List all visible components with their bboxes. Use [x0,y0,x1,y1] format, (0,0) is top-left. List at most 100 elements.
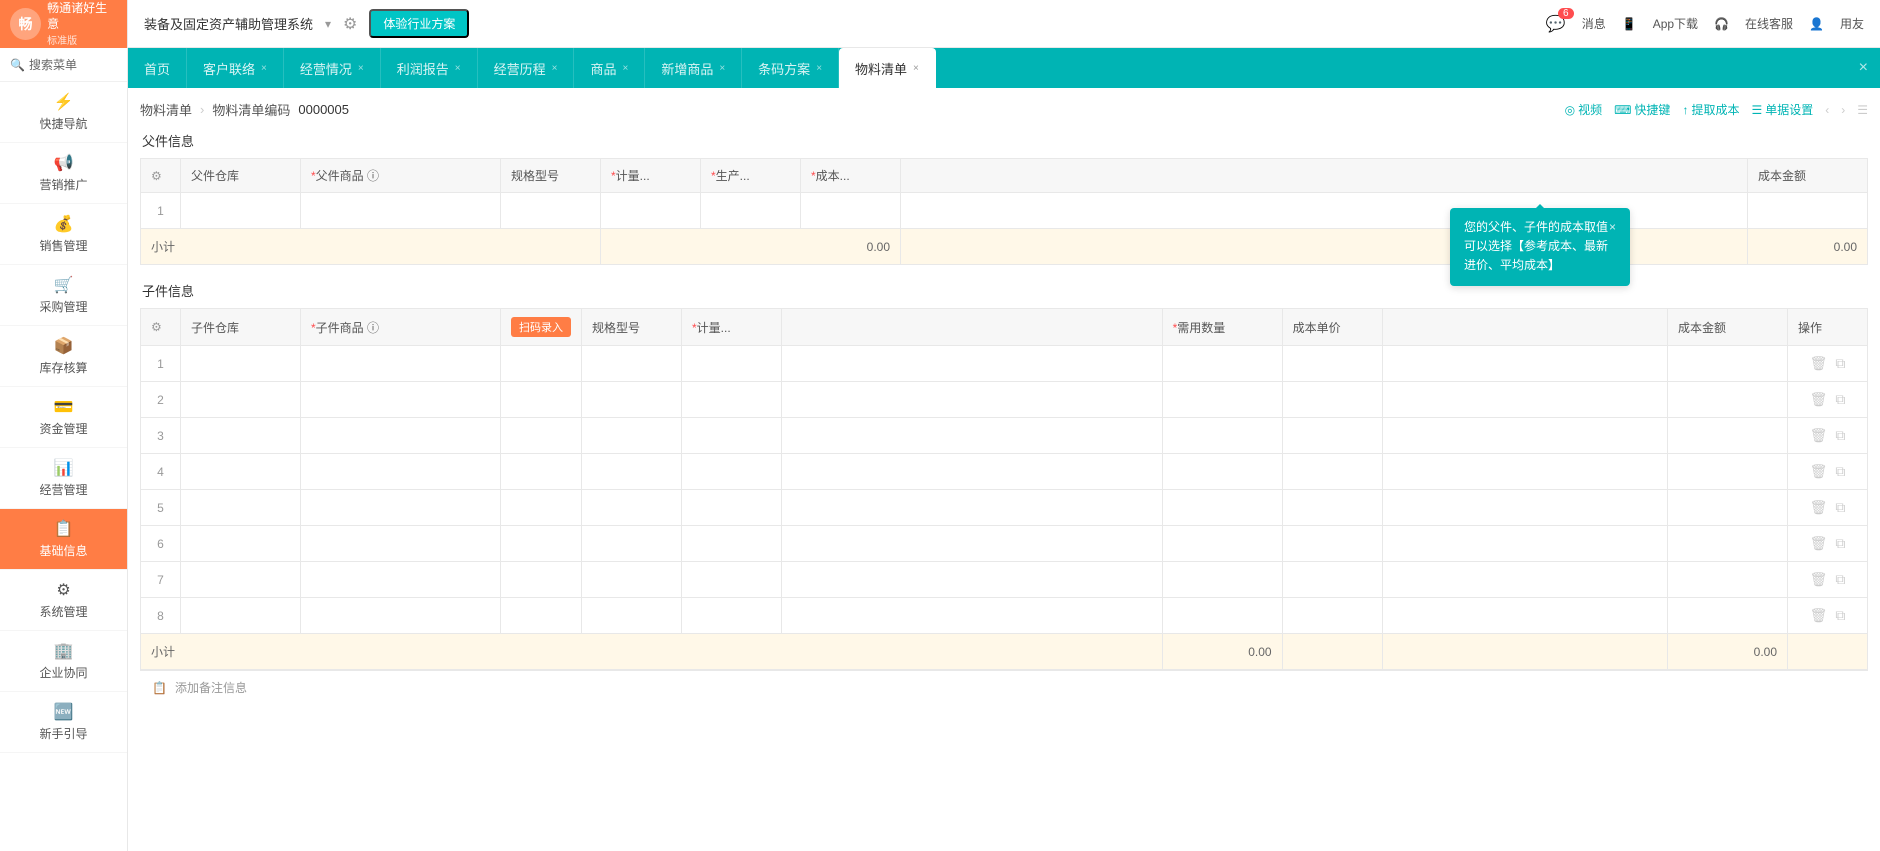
shortcut-action[interactable]: ⌨ 快捷键 [1614,101,1670,118]
search-menu-item[interactable]: 🔍 搜索菜单 [0,48,127,82]
breadcrumb-nav-prev[interactable]: ‹ [1825,103,1829,117]
child-row-warehouse-7[interactable] [181,562,301,598]
tab-bom-close[interactable]: × [913,63,919,74]
child-row-spec-1[interactable] [582,346,682,382]
child-row-product-6[interactable] [301,526,501,562]
child-row-warehouse-1[interactable] [181,346,301,382]
child-row-unit-1[interactable] [682,346,782,382]
child-row-price-6[interactable] [1282,526,1382,562]
child-row-price-4[interactable] [1282,454,1382,490]
child-row-spec-2[interactable] [582,382,682,418]
child-row-spec-5[interactable] [582,490,682,526]
child-row-price-8[interactable] [1282,598,1382,634]
child-row-product-4[interactable] [301,454,501,490]
child-row-price-7[interactable] [1282,562,1382,598]
child-row-qty-4[interactable] [1162,454,1282,490]
child-row-qty-6[interactable] [1162,526,1282,562]
child-row-price-5[interactable] [1282,490,1382,526]
child-row-unit-4[interactable] [682,454,782,490]
breadcrumb-menu[interactable]: ☰ [1857,103,1868,117]
tab-new-goods-close[interactable]: × [719,63,725,74]
child-row-unit-6[interactable] [682,526,782,562]
delete-row-icon-1[interactable]: 🗑 [1810,355,1828,372]
child-row-spec-6[interactable] [582,526,682,562]
tab-history-close[interactable]: × [552,63,558,74]
parent-row-cost-1[interactable] [801,193,901,229]
child-row-product-1[interactable] [301,346,501,382]
tab-barcode-close[interactable]: × [816,63,822,74]
scan-input-button[interactable]: 扫码录入 [511,317,571,337]
child-row-product-2[interactable] [301,382,501,418]
parent-row-product-1[interactable] [301,193,501,229]
tab-goods-close[interactable]: × [622,63,628,74]
child-row-unit-5[interactable] [682,490,782,526]
experience-button[interactable]: 体验行业方案 [369,9,469,38]
tab-bom[interactable]: 物料清单 × [839,48,936,88]
delete-row-icon-7[interactable]: 🗑 [1810,571,1828,588]
app-download-label[interactable]: App下载 [1653,15,1698,32]
tab-goods[interactable]: 商品 × [574,48,645,88]
tab-history[interactable]: 经营历程 × [478,48,575,88]
copy-row-icon-5[interactable]: ⧉ [1835,499,1845,516]
tab-operations[interactable]: 经营情况 × [284,48,381,88]
sidebar-item-finance[interactable]: 💳 资金管理 [0,387,127,448]
parent-row-produce-1[interactable] [701,193,801,229]
child-row-unit-3[interactable] [682,418,782,454]
tab-profit-close[interactable]: × [455,63,461,74]
child-row-qty-8[interactable] [1162,598,1282,634]
child-row-spec-8[interactable] [582,598,682,634]
delete-row-icon-6[interactable]: 🗑 [1810,535,1828,552]
user-name[interactable]: 用友 [1840,15,1864,32]
child-row-qty-1[interactable] [1162,346,1282,382]
delete-row-icon-8[interactable]: 🗑 [1810,607,1828,624]
tooltip-close-button[interactable]: × [1609,218,1616,237]
delete-row-icon-4[interactable]: 🗑 [1810,463,1828,480]
child-row-warehouse-2[interactable] [181,382,301,418]
child-row-spec-3[interactable] [582,418,682,454]
tab-home[interactable]: 首页 [128,48,187,88]
child-row-qty-3[interactable] [1162,418,1282,454]
message-button[interactable]: 💬 6 [1546,14,1566,34]
child-row-qty-2[interactable] [1162,382,1282,418]
parent-gear-icon[interactable]: ⚙ [151,169,162,183]
child-row-warehouse-3[interactable] [181,418,301,454]
tab-customers-close[interactable]: × [261,63,267,74]
sidebar-item-system[interactable]: ⚙ 系统管理 [0,570,127,631]
sidebar-item-guide[interactable]: 🆕 新手引导 [0,692,127,753]
child-row-product-7[interactable] [301,562,501,598]
sidebar-item-quick-nav[interactable]: ⚡ 快捷导航 [0,82,127,143]
child-row-unit-7[interactable] [682,562,782,598]
copy-row-icon-7[interactable]: ⧉ [1835,571,1845,588]
copy-row-icon-3[interactable]: ⧉ [1835,427,1845,444]
child-row-unit-8[interactable] [682,598,782,634]
child-row-unit-2[interactable] [682,382,782,418]
parent-row-unit-1[interactable] [601,193,701,229]
child-row-warehouse-5[interactable] [181,490,301,526]
child-row-spec-4[interactable] [582,454,682,490]
child-row-price-1[interactable] [1282,346,1382,382]
copy-row-icon-2[interactable]: ⧉ [1835,391,1845,408]
video-action[interactable]: ◎ 视频 [1565,101,1603,118]
child-row-price-3[interactable] [1282,418,1382,454]
tab-barcode[interactable]: 条码方案 × [742,48,839,88]
child-row-product-3[interactable] [301,418,501,454]
child-row-warehouse-4[interactable] [181,454,301,490]
delete-row-icon-5[interactable]: 🗑 [1810,499,1828,516]
child-row-qty-5[interactable] [1162,490,1282,526]
child-row-qty-7[interactable] [1162,562,1282,598]
tab-profit[interactable]: 利润报告 × [381,48,478,88]
delete-row-icon-3[interactable]: 🗑 [1810,427,1828,444]
child-row-spec-7[interactable] [582,562,682,598]
copy-row-icon-8[interactable]: ⧉ [1835,607,1845,624]
note-label[interactable]: 添加备注信息 [175,679,247,696]
child-row-price-2[interactable] [1282,382,1382,418]
copy-row-icon-4[interactable]: ⧉ [1835,463,1845,480]
close-all-tabs-icon[interactable]: × [1847,59,1880,77]
parent-row-spec-1[interactable] [501,193,601,229]
tab-customers[interactable]: 客户联络 × [187,48,284,88]
settings-gear-icon[interactable]: ⚙ [343,14,357,34]
sidebar-item-purchase[interactable]: 🛒 采购管理 [0,265,127,326]
sidebar-item-inventory[interactable]: 📦 库存核算 [0,326,127,387]
system-dropdown-icon[interactable]: ▾ [325,17,331,31]
parent-row-warehouse-1[interactable] [181,193,301,229]
